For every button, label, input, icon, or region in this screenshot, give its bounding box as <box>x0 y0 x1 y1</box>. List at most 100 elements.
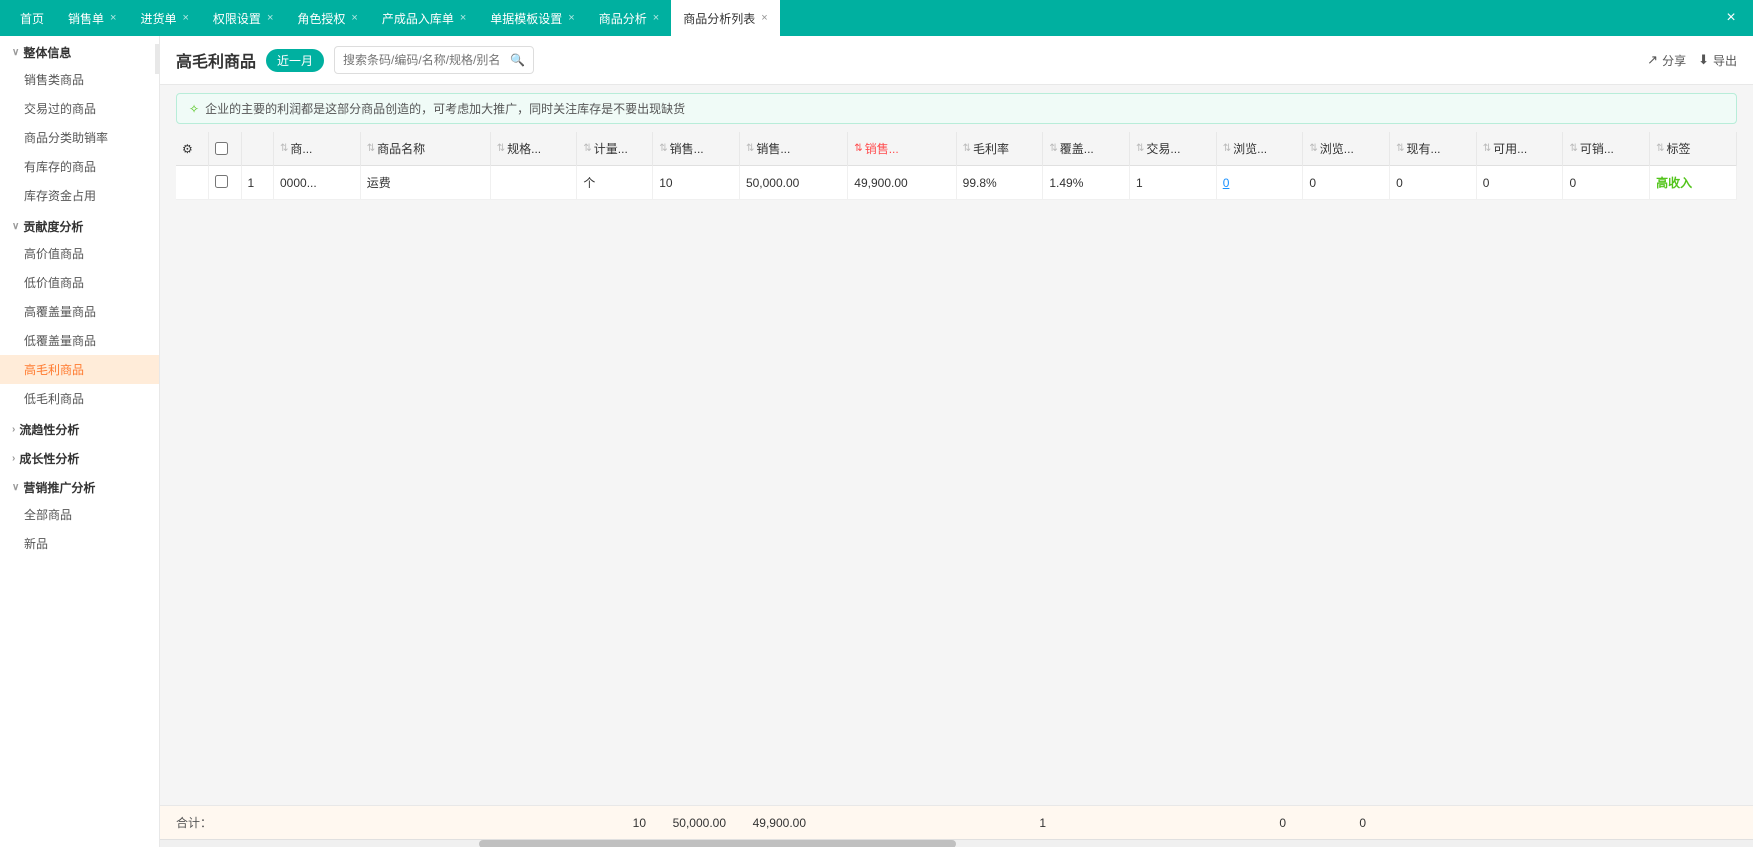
row-checkbox[interactable] <box>215 175 228 188</box>
sidebar-item-low-value[interactable]: 低价值商品 <box>0 268 159 297</box>
sidebar-item-category-rate[interactable]: 商品分类助销率 <box>0 123 159 152</box>
footer-sales-qty: 10 <box>572 816 652 830</box>
search-icon[interactable]: 🔍 <box>510 53 525 67</box>
sort-icon5: ⇅ <box>659 143 667 154</box>
close-product-in-tab[interactable]: × <box>460 12 466 24</box>
sidebar-section-contribution[interactable]: ∨ 贡献度分析 <box>0 210 159 239</box>
sidebar-item-low-coverage[interactable]: 低覆盖量商品 <box>0 326 159 355</box>
nav-tab-purchase[interactable]: 进货单 × <box>128 0 200 36</box>
col-current[interactable]: ⇅ 现有... <box>1390 132 1477 166</box>
chevron-down-icon3: ∨ <box>12 482 19 493</box>
row-index-cell: 1 <box>241 166 274 200</box>
col-checkbox[interactable] <box>209 132 242 166</box>
col-gear[interactable]: ⚙ <box>176 132 209 166</box>
sort-icon4: ⇅ <box>583 143 591 154</box>
close-analysis-list-tab[interactable]: × <box>761 12 767 24</box>
row-sales-qty-cell: 10 <box>653 166 740 200</box>
nav-tab-home[interactable]: 首页 <box>8 0 56 36</box>
close-all-button[interactable]: × <box>1717 4 1745 32</box>
row-unit-cell: 个 <box>577 166 653 200</box>
sidebar-item-high-coverage[interactable]: 高覆盖量商品 <box>0 297 159 326</box>
col-saleable[interactable]: ⇅ 可销... <box>1563 132 1650 166</box>
export-button[interactable]: ⬇ 导出 <box>1698 52 1737 69</box>
nav-tab-analysis[interactable]: 商品分析 × <box>587 0 671 36</box>
sort-icon6: ⇅ <box>746 143 754 154</box>
sidebar-item-traded-goods[interactable]: 交易过的商品 <box>0 94 159 123</box>
sidebar-section-overall[interactable]: ∨ 整体信息 <box>0 36 159 65</box>
col-index <box>241 132 274 166</box>
table-container[interactable]: ⚙ ⇅ 商... <box>176 132 1737 805</box>
sort-icon16: ⇅ <box>1656 143 1664 154</box>
notice-bar: ✧ 企业的主要的利润都是这部分商品创造的，可考虑加大推广，同时关注库存是不要出现… <box>176 93 1737 124</box>
col-gross-rate[interactable]: ⇅ 毛利率 <box>956 132 1043 166</box>
row-available-cell: 0 <box>1476 166 1563 200</box>
footer-saleable: 0 <box>1292 816 1372 830</box>
row-checkbox-cell[interactable] <box>209 166 242 200</box>
sort-icon10: ⇅ <box>1136 143 1144 154</box>
col-unit[interactable]: ⇅ 计量... <box>577 132 653 166</box>
row-trade-cell: 1 <box>1130 166 1217 200</box>
close-permission-tab[interactable]: × <box>267 12 273 24</box>
page-title: 高毛利商品 <box>176 48 256 72</box>
share-button[interactable]: ↗ 分享 <box>1647 52 1686 69</box>
close-role-tab[interactable]: × <box>351 12 357 24</box>
select-all-checkbox[interactable] <box>215 142 228 155</box>
close-template-tab[interactable]: × <box>568 12 574 24</box>
row-saleable-cell: 0 <box>1563 166 1650 200</box>
sidebar-item-high-value[interactable]: 高价值商品 <box>0 239 159 268</box>
row-spec-cell <box>490 166 577 200</box>
col-sales-qty[interactable]: ⇅ 销售... <box>653 132 740 166</box>
nav-tab-template[interactable]: 单据模板设置 × <box>478 0 586 36</box>
col-available[interactable]: ⇅ 可用... <box>1476 132 1563 166</box>
close-sales-tab[interactable]: × <box>110 12 116 24</box>
close-analysis-tab[interactable]: × <box>653 12 659 24</box>
sidebar-section-growth[interactable]: › 成长性分析 <box>0 442 159 471</box>
row-browse2-cell: 0 <box>1303 166 1390 200</box>
sidebar-item-in-stock[interactable]: 有库存的商品 <box>0 152 159 181</box>
header-actions: ↗ 分享 ⬇ 导出 <box>544 52 1737 69</box>
col-browse1[interactable]: ⇅ 浏览... <box>1216 132 1303 166</box>
sidebar-item-sales-goods[interactable]: 销售类商品 <box>0 65 159 94</box>
nav-tab-permission[interactable]: 权限设置 × <box>201 0 285 36</box>
nav-tab-sales[interactable]: 销售单 × <box>56 0 128 36</box>
col-trade[interactable]: ⇅ 交易... <box>1130 132 1217 166</box>
sidebar-item-new-goods[interactable]: 新品 <box>0 529 159 558</box>
col-browse2[interactable]: ⇅ 浏览... <box>1303 132 1390 166</box>
sort-icon: ⇅ <box>280 143 288 154</box>
col-sales-profit[interactable]: ⇅ 销售... <box>848 132 956 166</box>
chevron-down-icon: ∨ <box>12 47 19 58</box>
filter-recent-month-button[interactable]: 近一月 <box>266 49 324 72</box>
col-spec[interactable]: ⇅ 规格... <box>490 132 577 166</box>
close-purchase-tab[interactable]: × <box>182 12 188 24</box>
col-sales-amount[interactable]: ⇅ 销售... <box>739 132 847 166</box>
sort-icon8: ⇅ <box>963 143 971 154</box>
sidebar-item-stock-capital[interactable]: 库存资金占用 <box>0 181 159 210</box>
col-name[interactable]: ⇅ 商品名称 <box>360 132 490 166</box>
sort-icon12: ⇅ <box>1309 143 1317 154</box>
nav-tab-analysis-list[interactable]: 商品分析列表 × <box>671 0 779 36</box>
sidebar-collapse-button[interactable]: « <box>155 44 160 74</box>
export-icon: ⬇ <box>1698 52 1709 68</box>
sidebar-item-all-goods[interactable]: 全部商品 <box>0 500 159 529</box>
sidebar-item-low-margin[interactable]: 低毛利商品 <box>0 384 159 413</box>
col-tag[interactable]: ⇅ 标签 <box>1650 132 1737 166</box>
col-cover[interactable]: ⇅ 覆盖... <box>1043 132 1130 166</box>
scrollbar-thumb[interactable] <box>479 840 957 847</box>
sidebar-section-marketing[interactable]: ∨ 营销推广分析 <box>0 471 159 500</box>
sidebar-section-trend[interactable]: › 流趋性分析 <box>0 413 159 442</box>
search-box: 🔍 <box>334 46 534 74</box>
sort-icon13: ⇅ <box>1396 143 1404 154</box>
search-input[interactable] <box>343 53 506 67</box>
chevron-right-icon: › <box>12 424 15 435</box>
row-browse1-cell[interactable]: 0 <box>1216 166 1303 200</box>
footer-trade: 1 <box>972 816 1052 830</box>
sidebar-item-high-margin[interactable]: 高毛利商品 <box>0 355 159 384</box>
sort-icon9: ⇅ <box>1049 143 1057 154</box>
nav-tab-product-in[interactable]: 产成品入库单 × <box>370 0 478 36</box>
footer-sales-profit: 49,900.00 <box>732 816 812 830</box>
gear-icon: ⚙ <box>182 142 193 156</box>
nav-tab-role[interactable]: 角色授权 × <box>285 0 369 36</box>
col-code[interactable]: ⇅ 商... <box>274 132 361 166</box>
horizontal-scrollbar[interactable] <box>160 839 1753 847</box>
sort-icon15: ⇅ <box>1569 143 1577 154</box>
